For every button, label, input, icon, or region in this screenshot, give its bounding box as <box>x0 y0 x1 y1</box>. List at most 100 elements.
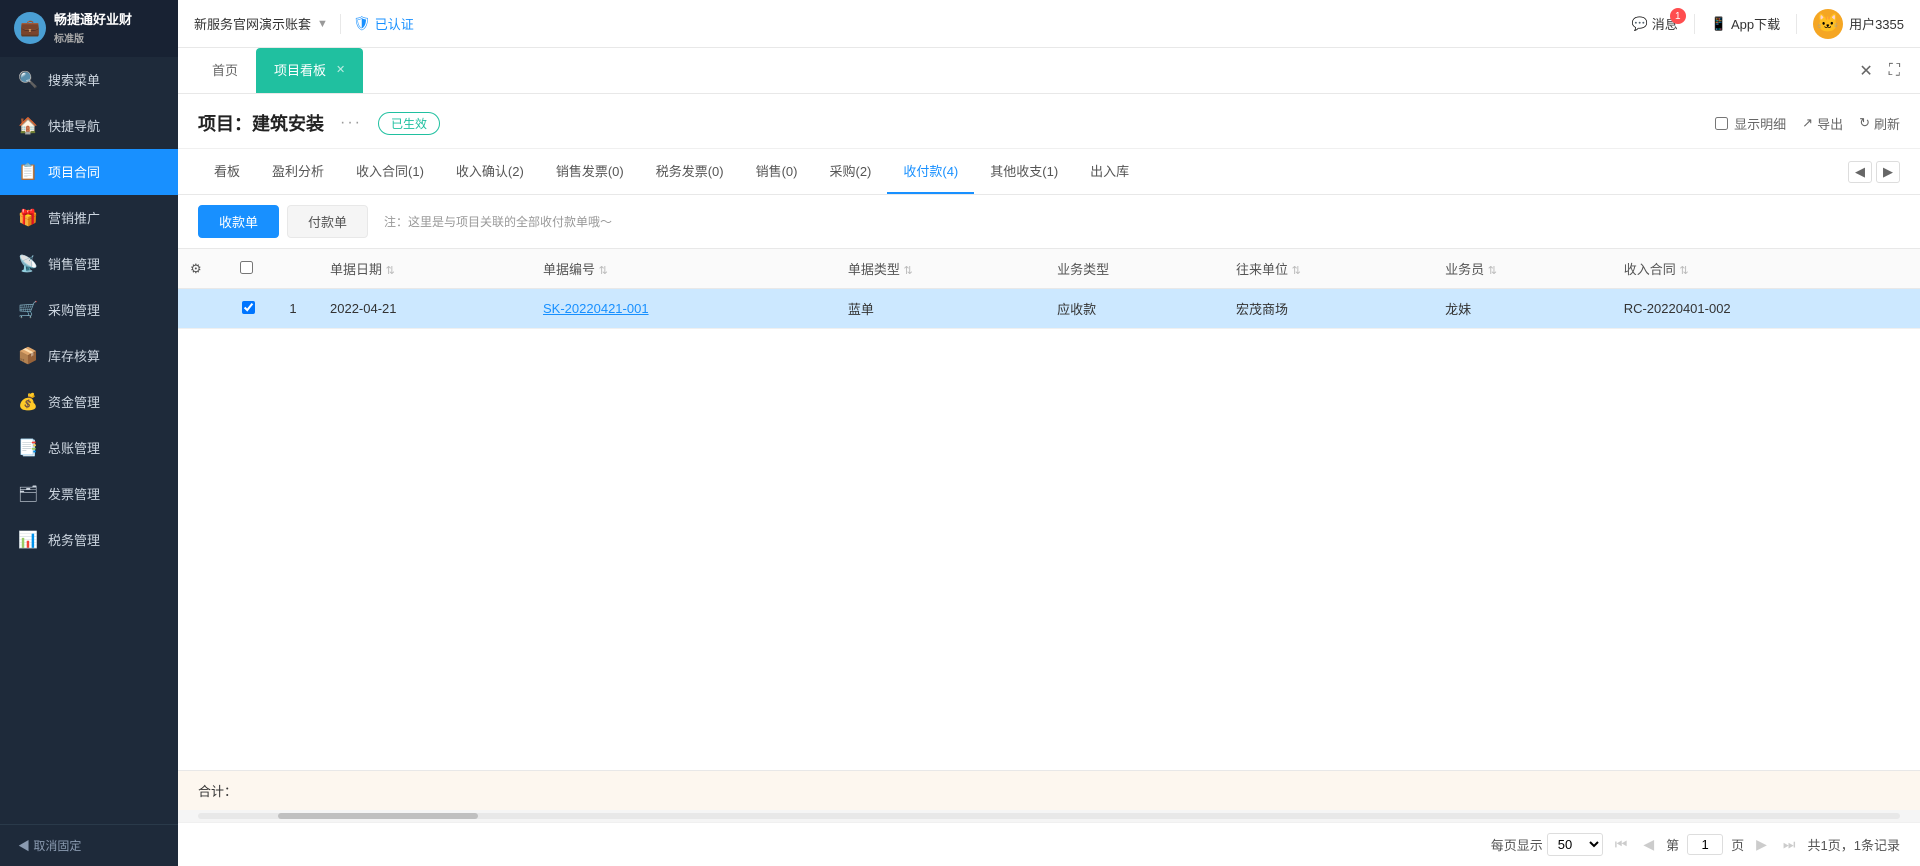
export-button[interactable]: ↗ 导出 <box>1802 114 1843 133</box>
messages-button[interactable]: 💬 消息 1 <box>1632 14 1678 33</box>
project-status-badge: 已生效 <box>378 112 440 135</box>
shield-icon: 🛡 <box>353 15 371 32</box>
purchase-icon: 🛒 <box>18 300 38 320</box>
tab-project-board[interactable]: 项目看板 ✕ <box>256 48 363 93</box>
inner-tabs: 收款单 付款单 注：这里是与项目关联的全部收付款单哦～ <box>178 195 1920 238</box>
sidebar-item-invoice[interactable]: 🗂 发票管理 <box>0 471 178 517</box>
tab-home[interactable]: 首页 <box>194 48 256 93</box>
select-all-checkbox[interactable] <box>240 261 253 274</box>
per-page-selector: 每页显示 50 100 200 <box>1491 833 1603 856</box>
home-icon: 🏠 <box>18 116 38 136</box>
subtab-sales[interactable]: 销售(0) <box>740 149 814 194</box>
sidebar-item-quicknav[interactable]: 🏠 快捷导航 <box>0 103 178 149</box>
content-area: 项目：建筑安装 ··· 已生效 显示明细 ↗ 导出 ↻ 刷新 <box>178 94 1920 866</box>
subtab-sales-label: 销售(0) <box>756 164 798 179</box>
sidebar-item-purchase[interactable]: 🛒 采购管理 <box>0 287 178 333</box>
col-contract-header[interactable]: 收入合同 <box>1612 249 1920 289</box>
ledger-icon: 📑 <box>18 438 38 458</box>
subtab-inout-label: 出入库 <box>1090 164 1129 179</box>
per-page-select[interactable]: 50 100 200 <box>1547 833 1603 856</box>
more-options-button[interactable]: ··· <box>340 114 362 132</box>
col-type-label: 单据类型 <box>848 262 900 277</box>
prev-page-button[interactable]: ◀ <box>1639 834 1658 855</box>
subtab-sales-invoice[interactable]: 销售发票(0) <box>540 149 640 194</box>
marketing-icon: 🎁 <box>18 208 38 228</box>
refresh-button[interactable]: ↻ 刷新 <box>1859 114 1900 133</box>
subtab-purchase[interactable]: 采购(2) <box>813 149 887 194</box>
sidebar-item-finance[interactable]: 💰 资金管理 <box>0 379 178 425</box>
col-code-header[interactable]: 单据编号 <box>531 249 836 289</box>
inventory-icon: 📦 <box>18 346 38 366</box>
row-check[interactable] <box>228 289 268 329</box>
app-download-button[interactable]: 📱 App下载 <box>1711 14 1780 33</box>
sidebar-item-sales[interactable]: 📡 销售管理 <box>0 241 178 287</box>
close-window-button[interactable]: ✕ <box>1855 57 1876 85</box>
col-salesperson-label: 业务员 <box>1445 262 1484 277</box>
page-number-input[interactable] <box>1687 834 1723 855</box>
subtab-income-contract[interactable]: 收入合同(1) <box>340 149 440 194</box>
subtab-prev-button[interactable]: ◀ <box>1848 161 1872 183</box>
message-icon: 💬 <box>1632 16 1648 32</box>
table-scrollbar <box>178 810 1920 822</box>
export-label: 导出 <box>1817 114 1843 133</box>
subtab-payment[interactable]: 收付款(4) <box>887 149 974 194</box>
total-label: 合计： <box>198 784 237 799</box>
certified-label: 已认证 <box>375 14 414 33</box>
last-page-button[interactable]: ⏭ <box>1779 834 1800 855</box>
tab-home-label: 首页 <box>212 60 238 79</box>
row-code-link[interactable]: SK-20220421-001 <box>543 301 649 316</box>
row-gear <box>178 289 228 329</box>
sidebar-item-search[interactable]: 🔍 搜索菜单 <box>0 57 178 103</box>
table-total: 合计： <box>178 770 1920 810</box>
sidebar-item-label: 项目合同 <box>48 162 100 181</box>
subtab-sales-invoice-label: 销售发票(0) <box>556 164 624 179</box>
refresh-label: 刷新 <box>1874 114 1900 133</box>
project-selector[interactable]: 新服务官网演示账套 ▼ <box>194 14 328 33</box>
show-detail-toggle[interactable]: 显示明细 <box>1715 114 1786 133</box>
sidebar-item-ledger[interactable]: 📑 总账管理 <box>0 425 178 471</box>
inner-tab-note: 注：这里是与项目关联的全部收付款单哦～ <box>384 213 612 230</box>
col-partner-header[interactable]: 往来单位 <box>1224 249 1433 289</box>
col-type-header[interactable]: 单据类型 <box>836 249 1045 289</box>
close-tab-icon[interactable]: ✕ <box>336 63 345 76</box>
sidebar-item-marketing[interactable]: 🎁 营销推广 <box>0 195 178 241</box>
subtab-income-contract-label: 收入合同(1) <box>356 164 424 179</box>
subtab-kanban-label: 看板 <box>214 164 240 179</box>
subtab-income-confirm[interactable]: 收入确认(2) <box>440 149 540 194</box>
sidebar-item-tax[interactable]: 📊 税务管理 <box>0 517 178 563</box>
sidebar-item-label: 营销推广 <box>48 208 100 227</box>
first-page-button[interactable]: ⏮ <box>1611 834 1632 855</box>
show-detail-checkbox[interactable] <box>1715 117 1728 130</box>
col-salesperson-header[interactable]: 业务员 <box>1433 249 1612 289</box>
user-button[interactable]: 🐱 用户3355 <box>1813 9 1904 39</box>
row-partner: 宏茂商场 <box>1224 289 1433 329</box>
subtab-next-button[interactable]: ▶ <box>1876 161 1900 183</box>
subtab-profit[interactable]: 盈利分析 <box>256 149 340 194</box>
avatar: 🐱 <box>1813 9 1843 39</box>
inner-tab-receipt[interactable]: 收款单 <box>198 205 279 238</box>
subtab-nav-buttons: ◀ ▶ <box>1848 161 1900 183</box>
sidebar-item-label: 税务管理 <box>48 530 100 549</box>
tabbar-actions: ✕ ⛶ <box>1855 57 1904 85</box>
sidebar-item-inventory[interactable]: 📦 库存核算 <box>0 333 178 379</box>
row-code[interactable]: SK-20220421-001 <box>531 289 836 329</box>
subtab-other[interactable]: 其他收支(1) <box>974 149 1074 194</box>
next-page-button[interactable]: ▶ <box>1752 834 1771 855</box>
subtab-tax-invoice[interactable]: 税务发票(0) <box>640 149 740 194</box>
table-row[interactable]: 1 2022-04-21 SK-20220421-001 蓝单 应收款 宏茂商场… <box>178 289 1920 329</box>
col-date-header[interactable]: 单据日期 <box>318 249 531 289</box>
gear-icon[interactable]: ⚙ <box>190 261 202 276</box>
data-table: ⚙ 单据日期 单据编号 单据类型 <box>178 248 1920 329</box>
col-check-header[interactable] <box>228 249 268 289</box>
sidebar-item-project[interactable]: 📋 项目合同 <box>0 149 178 195</box>
unpin-button[interactable]: ◀ 取消固定 <box>0 824 178 866</box>
row-checkbox[interactable] <box>242 301 255 314</box>
inner-tab-payment[interactable]: 付款单 <box>287 205 368 238</box>
page-suffix: 页 <box>1731 835 1744 854</box>
col-gear-header[interactable]: ⚙ <box>178 249 228 289</box>
subtab-kanban[interactable]: 看板 <box>198 149 256 194</box>
expand-window-button[interactable]: ⛶ <box>1885 58 1904 84</box>
subtab-inout[interactable]: 出入库 <box>1074 149 1145 194</box>
sidebar-item-label: 销售管理 <box>48 254 100 273</box>
scrollbar-thumb[interactable] <box>278 813 478 819</box>
